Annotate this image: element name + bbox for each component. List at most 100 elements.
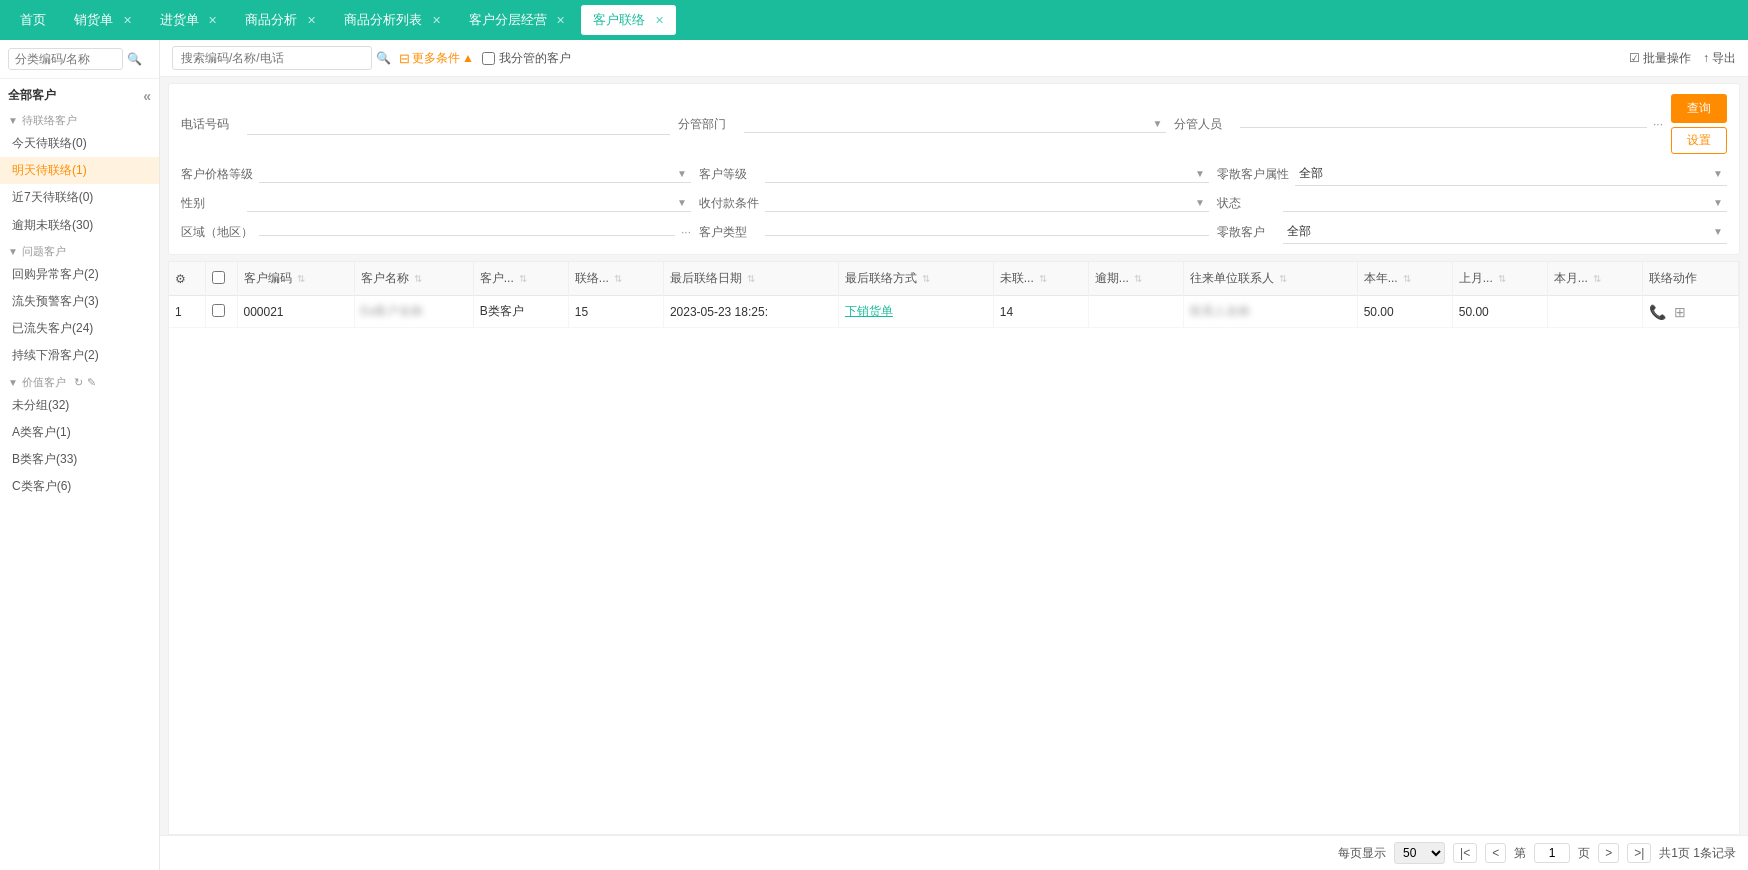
data-table-wrapper: ⚙ 客户编码 ⇅ 客户名称 ⇅ [168, 261, 1740, 835]
area-dots-icon[interactable]: ··· [681, 225, 691, 239]
main-layout: 🔍 全部客户 « ▼ 待联络客户 今天待联络(0) 明天待联络(1) 近7天待联… [0, 40, 1748, 870]
status-select[interactable]: ▼ [1283, 194, 1727, 212]
close-purchase-icon[interactable]: ✕ [208, 14, 217, 26]
bulk-op-label: 批量操作 [1643, 50, 1691, 67]
manager-dots-icon[interactable]: ··· [1653, 117, 1663, 131]
gender-select[interactable]: ▼ [247, 194, 691, 212]
area-input[interactable] [259, 229, 675, 236]
th-unlinked: 未联... ⇅ [993, 262, 1088, 296]
sidebar-item-7days[interactable]: 近7天待联络(0) [0, 184, 159, 211]
nav-home[interactable]: 首页 [8, 5, 58, 35]
total-info: 共1页 1条记录 [1659, 845, 1736, 862]
per-page-select[interactable]: 50 20 100 [1394, 842, 1445, 864]
sidebar-item-tomorrow[interactable]: 明天待联络(1) [0, 157, 159, 184]
filter-customer-level: 客户等级 ▼ [699, 165, 1209, 183]
sidebar-item-churned[interactable]: 已流失客户(24) [0, 315, 159, 342]
sidebar-item-abnormal[interactable]: 回购异常客户(2) [0, 261, 159, 288]
nav-product-analysis-list[interactable]: 商品分析列表 ✕ [332, 5, 453, 35]
price-level-arrow-icon: ▼ [677, 168, 687, 179]
sidebar-item-today[interactable]: 今天待联络(0) [0, 130, 159, 157]
per-page-label: 每页显示 [1338, 845, 1386, 862]
retail-customer-select[interactable]: 全部 ▼ [1283, 220, 1727, 244]
problem-customer-label: 问题客户 [22, 244, 66, 259]
nav-customer-contact[interactable]: 客户联络 ✕ [581, 5, 676, 35]
page-number-input[interactable] [1534, 843, 1570, 863]
value-arrow-icon: ▼ [8, 377, 18, 388]
set-button[interactable]: 设置 [1671, 127, 1727, 154]
toolbar-search-icon[interactable]: 🔍 [376, 51, 391, 65]
value-edit-icon[interactable]: ✎ [87, 376, 96, 389]
gender-label: 性别 [181, 195, 241, 212]
dept-select[interactable]: ▼ [744, 115, 1167, 133]
overdue-sort-icon: ⇅ [1134, 273, 1142, 284]
sidebar-item-declining[interactable]: 持续下滑客户(2) [0, 342, 159, 369]
sidebar-search-icon[interactable]: 🔍 [127, 52, 142, 66]
export-button[interactable]: ↑ 导出 [1703, 50, 1736, 67]
filter-payment: 收付款条件 ▼ [699, 194, 1209, 212]
search-input[interactable] [172, 46, 372, 70]
top-nav: 首页 销货单 ✕ 进货单 ✕ 商品分析 ✕ 商品分析列表 ✕ 客户分层经营 ✕ … [0, 0, 1748, 40]
more-filter-button[interactable]: ⊟ 更多条件 ▲ [399, 50, 474, 67]
retail-attr-select[interactable]: 全部 ▼ [1295, 162, 1727, 186]
filter-area: 区域（地区） ··· [181, 224, 691, 241]
customer-level-select[interactable]: ▼ [765, 165, 1209, 183]
td-last-method: 下销货单 [838, 296, 993, 328]
row-checkbox[interactable] [212, 304, 225, 317]
phone-input[interactable] [247, 114, 670, 135]
td-contact-count: 15 [568, 296, 663, 328]
select-all-checkbox[interactable] [212, 271, 225, 284]
settings-icon[interactable]: ⚙ [175, 272, 186, 286]
filter-row-3: 性别 ▼ 收付款条件 ▼ 状态 [181, 194, 1727, 212]
my-customer-checkbox[interactable] [482, 52, 495, 65]
sidebar-item-churn-warning[interactable]: 流失预警客户(3) [0, 288, 159, 315]
sidebar-item-c-class[interactable]: C类客户(6) [0, 473, 159, 500]
nav-purchase[interactable]: 进货单 ✕ [148, 5, 230, 35]
nav-customer-segment[interactable]: 客户分层经营 ✕ [457, 5, 578, 35]
th-action: 联络动作 [1642, 262, 1738, 296]
close-sales-icon[interactable]: ✕ [123, 14, 132, 26]
first-page-button[interactable]: |< [1453, 843, 1477, 863]
nav-product-analysis[interactable]: 商品分析 ✕ [233, 5, 328, 35]
next-page-button[interactable]: > [1598, 843, 1619, 863]
customer-name-blurred: Ea客户名称 [361, 304, 424, 318]
close-product-analysis-icon[interactable]: ✕ [307, 14, 316, 26]
payment-select[interactable]: ▼ [765, 194, 1209, 212]
bulk-op-button[interactable]: ☑ 批量操作 [1629, 50, 1691, 67]
td-seq: 1 [169, 296, 205, 328]
my-customer-checkbox-label[interactable]: 我分管的客户 [482, 50, 571, 67]
prev-page-button[interactable]: < [1485, 843, 1506, 863]
th-last-month-label: 上月... [1459, 271, 1493, 285]
close-product-list-icon[interactable]: ✕ [432, 14, 441, 26]
retail-attr-label: 零散客户属性 [1217, 166, 1289, 183]
sidebar-item-overdue[interactable]: 逾期未联络(30) [0, 212, 159, 239]
sidebar-item-a-class[interactable]: A类客户(1) [0, 419, 159, 446]
filter-manager: 分管人员 ··· [1174, 116, 1663, 133]
area-label: 区域（地区） [181, 224, 253, 241]
price-level-select[interactable]: ▼ [259, 165, 691, 183]
more-action-icon[interactable]: ⊞ [1674, 304, 1686, 320]
collapse-icon[interactable]: « [143, 88, 151, 104]
close-contact-icon[interactable]: ✕ [655, 14, 664, 26]
query-button[interactable]: 查询 [1671, 94, 1727, 123]
manager-input[interactable] [1240, 121, 1647, 128]
close-segment-icon[interactable]: ✕ [556, 14, 565, 26]
sidebar-item-ungroup[interactable]: 未分组(32) [0, 392, 159, 419]
dept-select-arrow-icon: ▼ [1152, 118, 1162, 129]
customer-table: ⚙ 客户编码 ⇅ 客户名称 ⇅ [169, 262, 1739, 328]
type-sort-icon: ⇅ [519, 273, 527, 284]
td-this-year: 50.00 [1357, 296, 1452, 328]
last-month-sort-icon: ⇅ [1498, 273, 1506, 284]
phone-action-icon[interactable]: 📞 [1649, 304, 1666, 320]
last-page-button[interactable]: >| [1627, 843, 1651, 863]
sidebar-item-b-class[interactable]: B类客户(33) [0, 446, 159, 473]
retail-customer-label: 零散客户 [1217, 224, 1277, 241]
filter-expand-icon: ▲ [462, 51, 474, 65]
nav-sales[interactable]: 销货单 ✕ [62, 5, 144, 35]
retail-attr-arrow-icon: ▼ [1713, 168, 1723, 179]
sidebar-search-input[interactable] [8, 48, 123, 70]
customer-type-select[interactable] [765, 229, 1209, 236]
last-method-link[interactable]: 下销货单 [845, 304, 893, 318]
value-refresh-icon[interactable]: ↻ [74, 376, 83, 389]
phone-label: 电话号码 [181, 116, 241, 133]
td-name: Ea客户名称 [354, 296, 473, 328]
